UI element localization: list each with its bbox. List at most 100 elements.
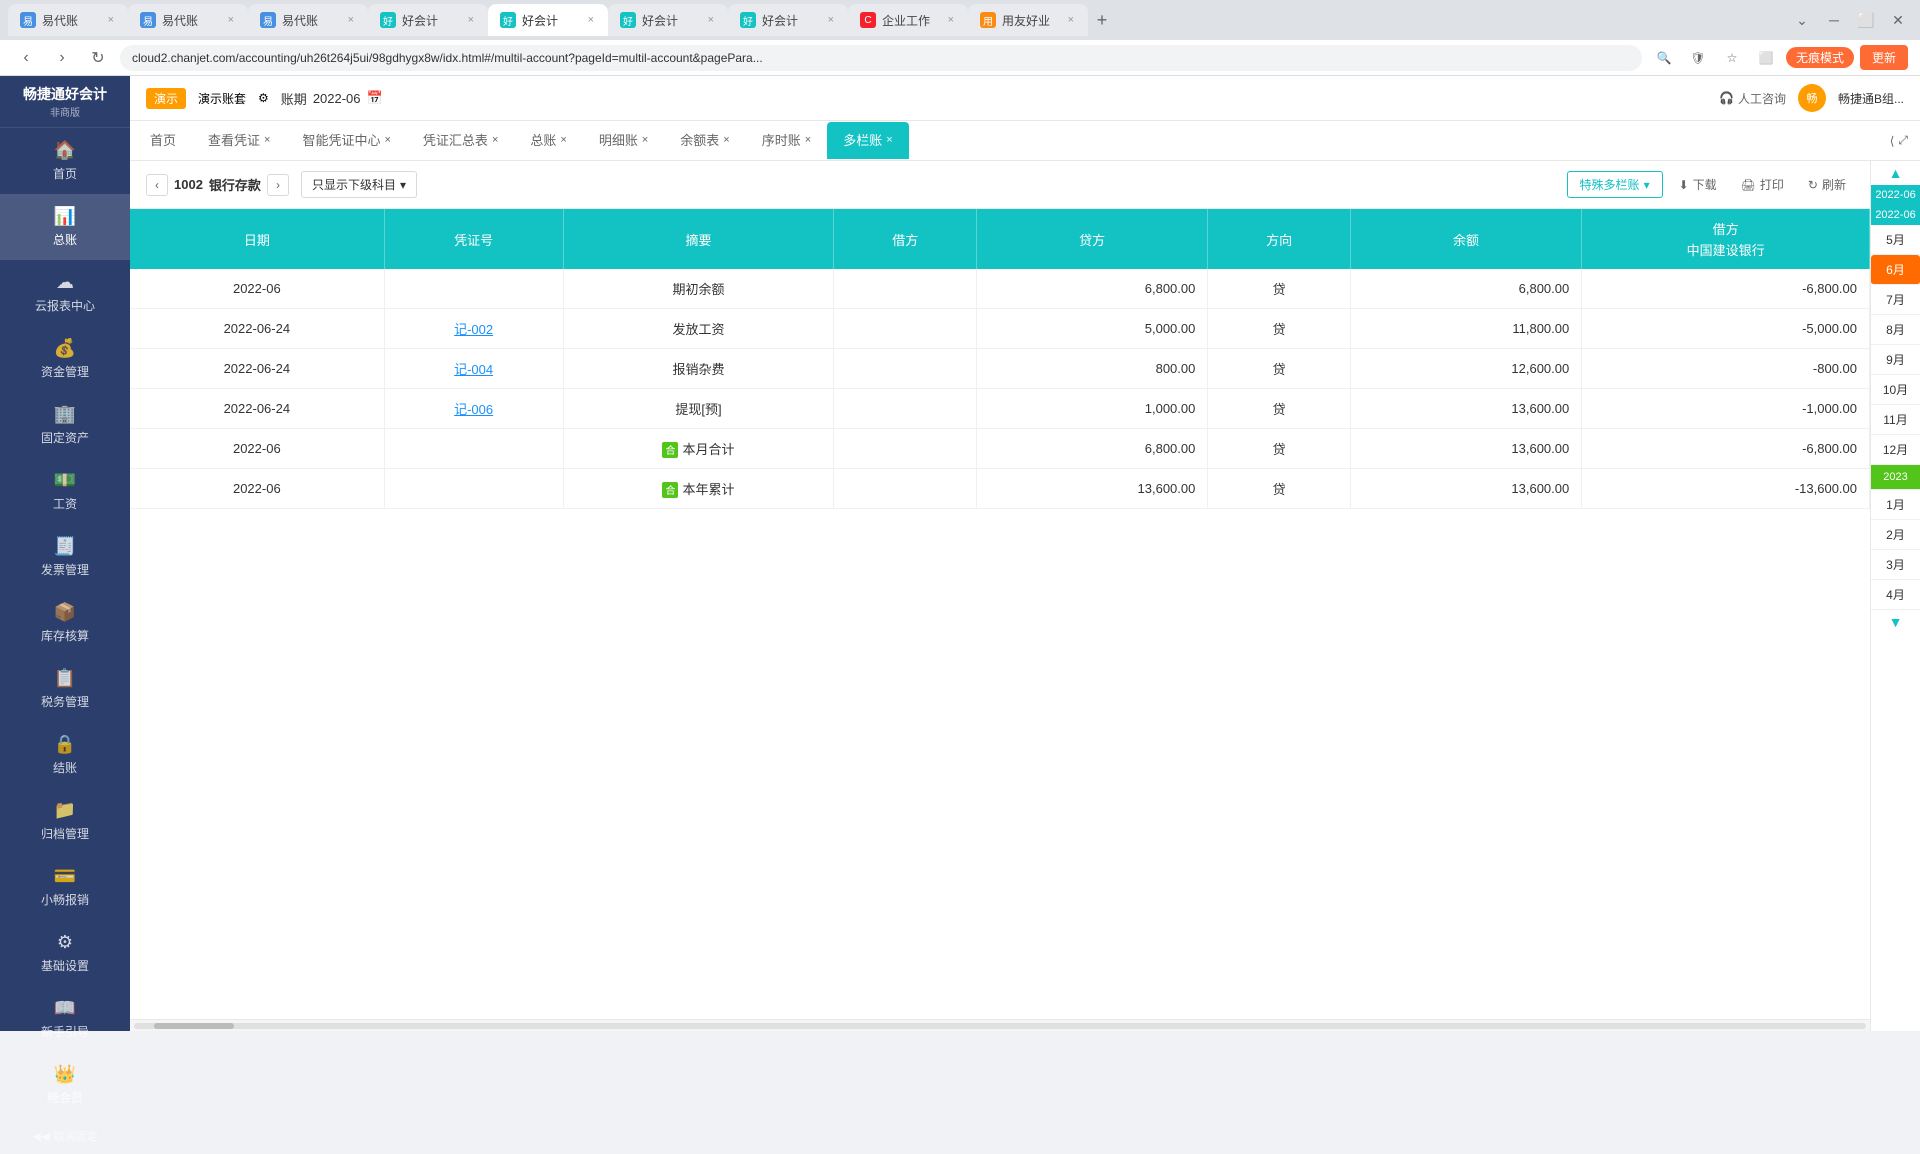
calendar-month-item[interactable]: 3月 — [1871, 550, 1920, 580]
sidebar-item-archive[interactable]: 📁 归档管理 — [0, 788, 130, 854]
tab-journal[interactable]: 序时账 × — [746, 122, 827, 159]
user-avatar[interactable]: 畅 — [1798, 84, 1826, 112]
sidebar-item-close[interactable]: 🔒 结账 — [0, 722, 130, 788]
calendar-month-item[interactable]: 5月 — [1871, 225, 1920, 255]
calendar-month-item[interactable]: 1月 — [1871, 490, 1920, 520]
refresh-nav-button[interactable]: ↻ — [84, 44, 112, 72]
download-button[interactable]: ⬇ 下载 — [1671, 172, 1725, 197]
tab-multi-column[interactable]: 多栏账 × — [827, 122, 908, 159]
calendar-month-item[interactable]: 7月 — [1871, 285, 1920, 315]
tab-close-1[interactable]: × — [106, 12, 116, 28]
tab-balance[interactable]: 余额表 × — [664, 122, 745, 159]
restore-button[interactable]: ⬜ — [1852, 6, 1880, 34]
calendar-icon[interactable]: 📅 — [367, 90, 383, 106]
search-icon[interactable]: 🔍 — [1650, 44, 1678, 72]
tab-close-3[interactable]: × — [346, 12, 356, 28]
sidebar-item-inventory[interactable]: 📦 库存核算 — [0, 590, 130, 656]
horizontal-scrollbar[interactable] — [130, 1019, 1870, 1031]
tab-haokuaiji-5[interactable]: 好 好会计 × — [488, 4, 608, 36]
sidebar-item-settings[interactable]: ⚙ 基础设置 — [0, 920, 130, 986]
sidebar-item-ledger[interactable]: 📊 总账 — [0, 194, 130, 260]
no-trace-button[interactable]: 无痕模式 — [1786, 47, 1854, 68]
tab-label-3: 易代账 — [282, 12, 318, 29]
back-button[interactable]: ‹ — [12, 44, 40, 72]
collapse-tab-icon[interactable]: ⟨ — [1890, 134, 1895, 148]
calendar-month-item[interactable]: 8月 — [1871, 315, 1920, 345]
tab-balance-close[interactable]: × — [723, 134, 729, 146]
tab-view-voucher-close[interactable]: × — [264, 134, 270, 146]
tab-smart-voucher-close[interactable]: × — [384, 134, 390, 146]
tab-detailed-ledger-close[interactable]: × — [642, 134, 648, 146]
tab-multi-column-close[interactable]: × — [886, 134, 892, 146]
sidebar-item-member[interactable]: 👑 畅会员 — [0, 1052, 130, 1118]
tab-list-button[interactable]: ⌄ — [1788, 6, 1816, 34]
calendar-month-item[interactable]: 4月 — [1871, 580, 1920, 610]
tab-journal-close[interactable]: × — [805, 134, 811, 146]
tab-haokuaiji-7[interactable]: 好 好会计 × — [728, 4, 848, 36]
refresh-button[interactable]: ↻ 刷新 — [1800, 172, 1854, 197]
sidebar-item-reports[interactable]: ☁ 云报表中心 — [0, 260, 130, 326]
prev-account-button[interactable]: ‹ — [146, 174, 168, 196]
tab-yongyou[interactable]: 用 用友好业 × — [968, 4, 1088, 36]
calendar-month-item[interactable]: 2023 — [1871, 465, 1920, 490]
update-button[interactable]: 更新 — [1860, 45, 1908, 70]
sidebar-item-assets[interactable]: 🏢 固定资产 — [0, 392, 130, 458]
next-account-button[interactable]: › — [267, 174, 289, 196]
cell-voucher[interactable]: 记-006 — [384, 389, 563, 429]
url-input[interactable]: cloud2.chanjet.com/accounting/uh26t264j5… — [120, 45, 1642, 71]
tab-home[interactable]: 首页 — [134, 122, 192, 159]
filter-sub-accounts-button[interactable]: 只显示下级科目 ▾ — [301, 171, 417, 198]
tab-yidaizhang-1[interactable]: 易 易代账 × — [8, 4, 128, 36]
unpin-button[interactable]: ◀◀ 取消固定 — [0, 1118, 130, 1154]
special-multicolumn-button[interactable]: 特殊多栏账 ▾ — [1567, 171, 1663, 198]
sidebar-item-fund[interactable]: 💰 资金管理 — [0, 326, 130, 392]
close-window-button[interactable]: ✕ — [1884, 6, 1912, 34]
tab-close-2[interactable]: × — [226, 12, 236, 28]
calendar-month-item[interactable]: 11月 — [1871, 405, 1920, 435]
browser-ext-icon[interactable]: ⬜ — [1752, 44, 1780, 72]
tab-haokuaiji-4[interactable]: 好 好会计 × — [368, 4, 488, 36]
new-tab-button[interactable]: + — [1088, 6, 1116, 34]
tab-general-ledger-close[interactable]: × — [560, 134, 566, 146]
forward-button[interactable]: › — [48, 44, 76, 72]
tab-close-4[interactable]: × — [466, 12, 476, 28]
tab-close-8[interactable]: × — [946, 12, 956, 28]
calendar-month-item[interactable]: 6月 — [1871, 255, 1920, 285]
consult-button[interactable]: 🎧 人工咨询 — [1719, 90, 1786, 107]
tab-view-voucher[interactable]: 查看凭证 × — [192, 122, 286, 159]
calendar-month-item[interactable]: 10月 — [1871, 375, 1920, 405]
cell-voucher[interactable]: 记-002 — [384, 309, 563, 349]
sidebar-item-guide[interactable]: 📖 新手引导 — [0, 986, 130, 1052]
scrollbar-thumb[interactable] — [154, 1023, 234, 1029]
tab-haokuaiji-6[interactable]: 好 好会计 × — [608, 4, 728, 36]
gear-icon-topbar[interactable]: ⚙ — [258, 91, 269, 105]
calendar-month-item[interactable]: 2月 — [1871, 520, 1920, 550]
calendar-month-item[interactable]: 9月 — [1871, 345, 1920, 375]
star-icon[interactable]: ☆ — [1718, 44, 1746, 72]
tab-voucher-summary[interactable]: 凭证汇总表 × — [407, 122, 514, 159]
shield-icon[interactable]: 🛡 — [1684, 44, 1712, 72]
tab-smart-voucher[interactable]: 智能凭证中心 × — [286, 122, 406, 159]
sidebar-item-home[interactable]: 🏠 首页 — [0, 128, 130, 194]
sidebar-item-invoice[interactable]: 🧾 发票管理 — [0, 524, 130, 590]
tab-general-ledger[interactable]: 总账 × — [514, 122, 582, 159]
cell-voucher[interactable]: 记-004 — [384, 349, 563, 389]
tab-voucher-summary-close[interactable]: × — [492, 134, 498, 146]
cal-scroll-up[interactable]: ▲ — [1871, 161, 1920, 185]
sidebar-item-expense[interactable]: 💳 小畅报销 — [0, 854, 130, 920]
tab-yidaizhang-3[interactable]: 易 易代账 × — [248, 4, 368, 36]
sidebar-item-payroll[interactable]: 💵 工资 — [0, 458, 130, 524]
expand-tab-icon[interactable]: ⤢ — [1898, 133, 1908, 148]
calendar-month-item[interactable]: 12月 — [1871, 435, 1920, 465]
minimize-button[interactable]: ─ — [1820, 6, 1848, 34]
tab-detailed-ledger[interactable]: 明细账 × — [583, 122, 664, 159]
print-button[interactable]: 🖨 打印 — [1733, 172, 1792, 197]
tab-close-7[interactable]: × — [826, 12, 836, 28]
tab-close-9[interactable]: × — [1066, 12, 1076, 28]
tab-yidaizhang-2[interactable]: 易 易代账 × — [128, 4, 248, 36]
tab-close-6[interactable]: × — [706, 12, 716, 28]
sidebar-item-tax[interactable]: 📋 税务管理 — [0, 656, 130, 722]
tab-qiyegongzuo[interactable]: C 企业工作 × — [848, 4, 968, 36]
tab-close-5[interactable]: × — [586, 12, 596, 28]
cal-scroll-down[interactable]: ▼ — [1871, 610, 1920, 634]
